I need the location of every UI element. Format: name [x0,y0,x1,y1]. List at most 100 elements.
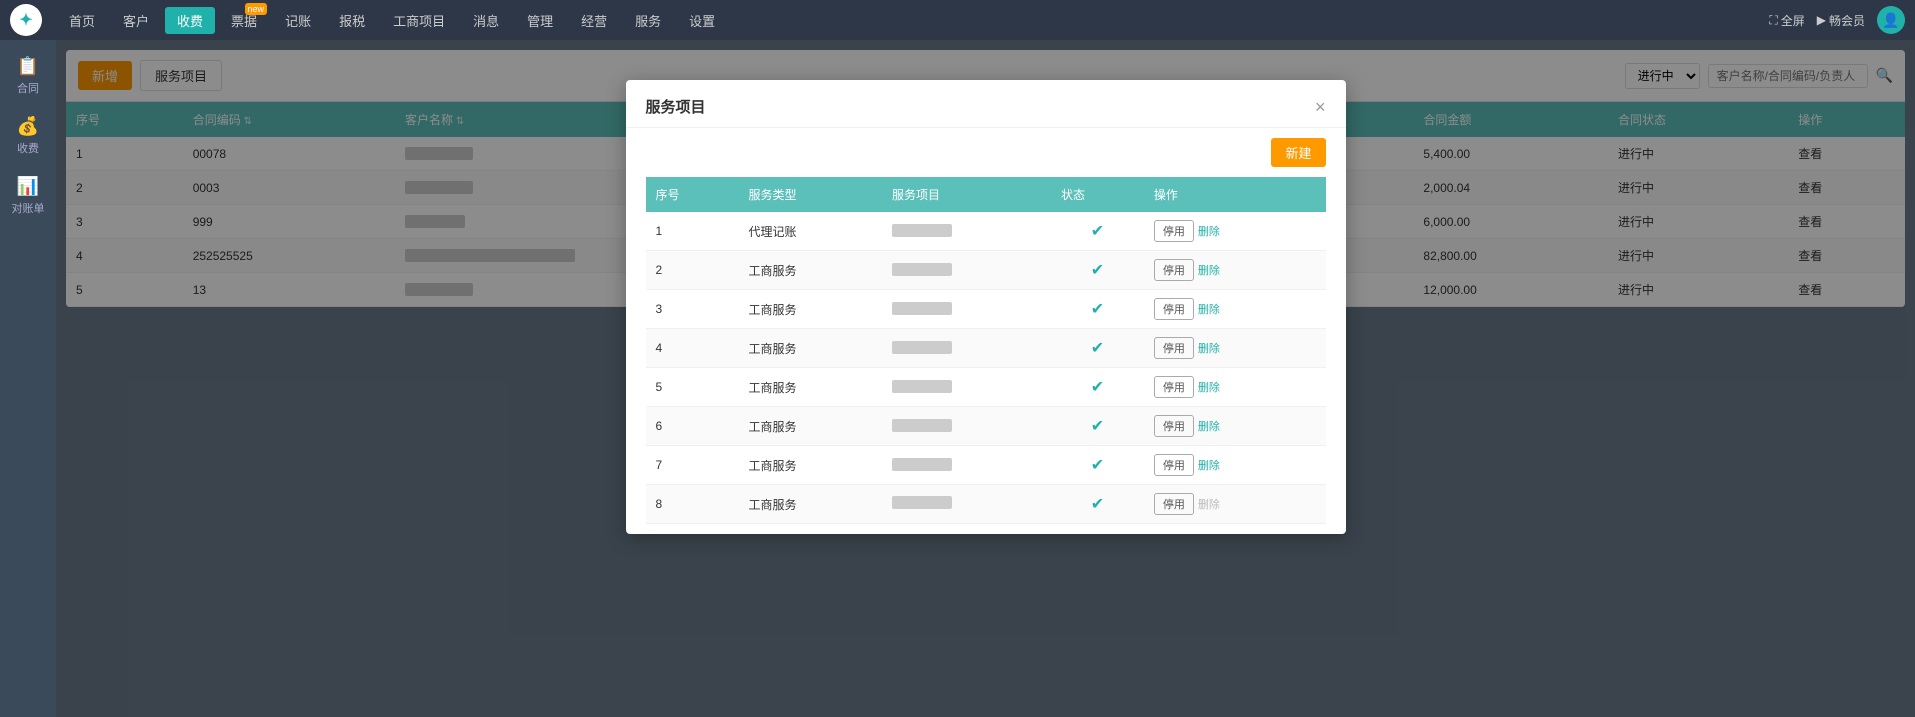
modal-cell-action: 停用删除 [1144,329,1326,368]
modal-cell-type: 工商服务 [738,329,882,368]
modal-cell-seq: 5 [646,368,739,407]
nav-item-jizhang[interactable]: 记账 [273,7,323,34]
modal-table: 序号服务类型服务项目状态操作 1代理记账████1✔停用删除2工商服务████✔… [646,177,1326,524]
main-layout: 📋合同💰收费 📊 对账单 新增 服务项目 进行中已完成已终止 🔍 序号合同编码 ⇅客… [0,40,1915,717]
modal-th-item: 服务项目 [882,177,1051,212]
delete-button[interactable]: 删除 [1198,262,1220,278]
sidebar-item-label: 对账单 [12,200,45,216]
modal-cell-action: 停用删除 [1144,290,1326,329]
modal-th-type: 服务类型 [738,177,882,212]
modal-cell-seq: 2 [646,251,739,290]
nav-item-shezhi[interactable]: 设置 [677,7,727,34]
modal-cell-status: ✔ [1051,329,1144,368]
modal-cell-item: ████ [882,251,1051,290]
stop-button[interactable]: 停用 [1154,220,1194,242]
delete-button: 删除 [1198,496,1220,512]
modal-cell-action: 停用删除 [1144,485,1326,524]
modal-th-action: 操作 [1144,177,1326,212]
modal-cell-seq: 3 [646,290,739,329]
duizhang-icon: 📊 [17,176,39,197]
hetong-icon: 📋 [17,56,39,77]
nav-item-client[interactable]: 客户 [111,7,161,34]
nav-item-shou[interactable]: 收费 [165,7,215,34]
modal-cell-status: ✔ [1051,290,1144,329]
modal-cell-type: 工商服务 [738,407,882,446]
member-button[interactable]: ▶ 畅会员 [1817,12,1865,29]
modal-cell-item: ███ [882,368,1051,407]
modal-cell-status: ✔ [1051,368,1144,407]
modal: 服务项目 × 新建 序号服务类型服务项目状态操作 1代理记账████1✔停用删除… [626,80,1346,534]
blurred-item: ███ [892,341,952,354]
modal-cell-status: ✔ [1051,485,1144,524]
delete-button[interactable]: 删除 [1198,379,1220,395]
fullscreen-icon: ⛶ [1769,13,1777,28]
nav-item-gongshang[interactable]: 工商项目 [381,7,457,34]
modal-cell-action: 停用删除 [1144,251,1326,290]
modal-cell-item: ████ [882,290,1051,329]
nav-right: ⛶ 全屏 ▶ 畅会员 👤 [1769,6,1905,34]
modal-cell-action: 停用删除 [1144,407,1326,446]
nav-item-jingying[interactable]: 经营 [569,7,619,34]
stop-button[interactable]: 停用 [1154,376,1194,398]
status-check-icon: ✔ [1091,340,1104,357]
modal-table-body: 1代理记账████1✔停用删除2工商服务████✔停用删除3工商服务████✔停… [646,212,1326,524]
modal-cell-status: ✔ [1051,446,1144,485]
nav-item-fuwu[interactable]: 服务 [623,7,673,34]
modal-cell-item: ███注册 [882,485,1051,524]
modal-cell-seq: 1 [646,212,739,251]
delete-button[interactable]: 删除 [1198,340,1220,356]
video-icon: ▶ [1817,13,1826,27]
modal-table-row: 6工商服务██████✔停用删除 [646,407,1326,446]
modal-new-button[interactable]: 新建 [1271,138,1325,167]
sidebar-item-shoufei[interactable]: 💰收费 [3,108,53,164]
stop-button[interactable]: 停用 [1154,454,1194,476]
modal-cell-type: 工商服务 [738,290,882,329]
modal-cell-seq: 4 [646,329,739,368]
modal-table-row: 5工商服务 ███ ✔ 停用删除 [646,368,1326,407]
nav-item-piao[interactable]: 票据new [219,7,269,34]
modal-cell-action: 停用删除 [1144,446,1326,485]
nav-item-baoshui[interactable]: 报税 [327,7,377,34]
app-logo: ✦ [10,4,42,36]
modal-table-row: 3工商服务 ████ ✔ 停用删除 [646,290,1326,329]
stop-button[interactable]: 停用 [1154,298,1194,320]
status-check-icon: ✔ [1091,496,1104,513]
sidebar-item-duizhang[interactable]: 📊 对账单 [3,168,53,224]
blurred-item: ███ [892,380,952,393]
sidebar: 📋合同💰收费 📊 对账单 [0,40,56,717]
stop-button[interactable]: 停用 [1154,259,1194,281]
nav-item-xiaoxi[interactable]: 消息 [461,7,511,34]
modal-title: 服务项目 [646,96,706,117]
modal-cell-type: 工商服务 [738,368,882,407]
blurred-item: ████ [892,302,952,315]
main-content: 新增 服务项目 进行中已完成已终止 🔍 序号合同编码 ⇅客户名称 ⇅服务项目 ⇅… [56,40,1915,717]
stop-button[interactable]: 停用 [1154,493,1194,515]
status-check-icon: ✔ [1091,418,1104,435]
sidebar-item-hetong[interactable]: 📋合同 [3,48,53,104]
modal-body: 序号服务类型服务项目状态操作 1代理记账████1✔停用删除2工商服务████✔… [626,177,1346,534]
delete-button[interactable]: 删除 [1198,223,1220,239]
top-nav: ✦ 首页客户收费票据new记账报税工商项目消息管理经营服务设置 ⛶ 全屏 ▶ 畅… [0,0,1915,40]
modal-table-row: 2工商服务████✔停用删除 [646,251,1326,290]
stop-button[interactable]: 停用 [1154,415,1194,437]
blurred-item: ███ [892,458,952,471]
modal-toolbar: 新建 [626,128,1346,177]
modal-table-header: 序号服务类型服务项目状态操作 [646,177,1326,212]
delete-button[interactable]: 删除 [1198,457,1220,473]
delete-button[interactable]: 删除 [1198,301,1220,317]
modal-cell-seq: 7 [646,446,739,485]
stop-button[interactable]: 停用 [1154,337,1194,359]
modal-cell-status: ✔ [1051,251,1144,290]
avatar[interactable]: 👤 [1877,6,1905,34]
nav-item-guanli[interactable]: 管理 [515,7,565,34]
fullscreen-button[interactable]: ⛶ 全屏 [1769,12,1804,29]
status-check-icon: ✔ [1091,301,1104,318]
status-check-icon: ✔ [1091,457,1104,474]
shoufei-icon: 💰 [17,116,39,137]
delete-button[interactable]: 删除 [1198,418,1220,434]
blurred-item: ████1 [892,224,952,237]
overlay: 服务项目 × 新建 序号服务类型服务项目状态操作 1代理记账████1✔停用删除… [56,40,1915,717]
modal-cell-status: ✔ [1051,407,1144,446]
modal-close-button[interactable]: × [1315,98,1326,116]
nav-item-home[interactable]: 首页 [57,7,107,34]
